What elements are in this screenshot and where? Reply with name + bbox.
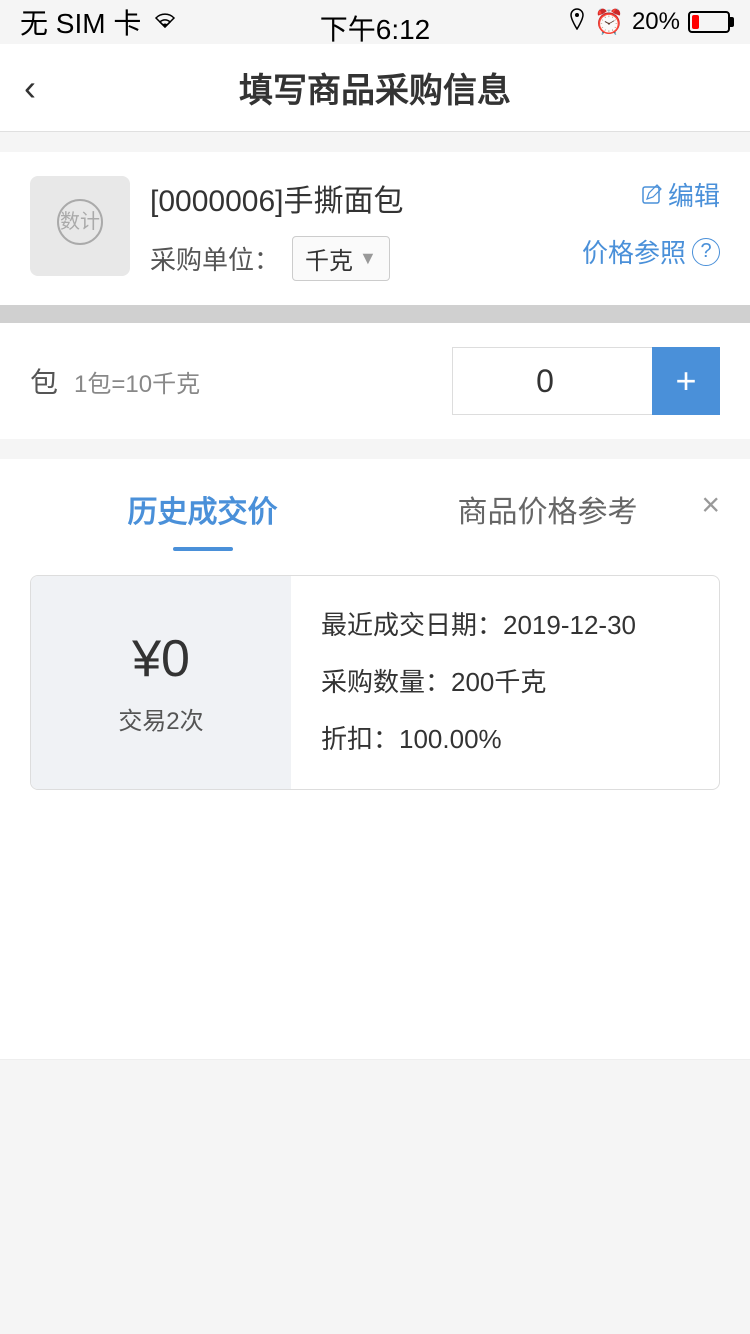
status-left: 无 SIM 卡 bbox=[20, 2, 179, 42]
content-area: 历史成交价 商品价格参考 × ¥0 交易2次 最近成交日期：2019-12-30… bbox=[0, 459, 750, 1059]
edit-label: 编辑 bbox=[668, 176, 720, 213]
product-logo-icon: 数计 bbox=[50, 192, 110, 261]
price-amount: 0 bbox=[161, 630, 190, 688]
price-date-row: 最近成交日期：2019-12-30 bbox=[321, 606, 689, 645]
price-card: ¥0 交易2次 最近成交日期：2019-12-30 采购数量：200千克 折扣：… bbox=[30, 575, 720, 790]
tab-history-price-label: 历史成交价 bbox=[128, 496, 278, 529]
page-title: 填写商品采购信息 bbox=[239, 63, 511, 112]
status-right: ⏰ 20% bbox=[568, 8, 730, 37]
price-ref-label: 价格参照 bbox=[582, 233, 686, 270]
svg-text:数计: 数计 bbox=[60, 210, 100, 233]
tab-product-price-ref[interactable]: 商品价格参考 bbox=[375, 459, 720, 551]
edit-button[interactable]: 编辑 bbox=[640, 176, 720, 213]
price-quantity-label: 采购数量： bbox=[321, 667, 451, 697]
status-time: 下午6:12 bbox=[320, 8, 431, 48]
close-panel-button[interactable]: × bbox=[701, 487, 720, 524]
price-discount-row: 折扣：100.00% bbox=[321, 720, 689, 759]
alarm-icon: ⏰ bbox=[594, 8, 624, 37]
unit-value: 千克 bbox=[305, 241, 353, 276]
product-thumbnail: 数计 bbox=[30, 176, 130, 276]
price-discount-value: 100.00% bbox=[399, 724, 502, 754]
product-unit-row: 采购单位： 千克 ▼ bbox=[150, 236, 403, 281]
quantity-input-area: + bbox=[452, 347, 720, 415]
price-currency: ¥ bbox=[132, 630, 161, 688]
unit-conversion: 1包=10千克 bbox=[74, 364, 200, 399]
quantity-input[interactable] bbox=[452, 347, 652, 415]
price-discount-label: 折扣： bbox=[321, 724, 399, 754]
wifi-icon bbox=[151, 6, 179, 38]
unit-icon: 包 bbox=[30, 361, 58, 401]
battery-icon bbox=[688, 11, 730, 33]
battery-percent: 20% bbox=[632, 8, 680, 36]
product-right-actions: 编辑 价格参照 ? bbox=[582, 176, 720, 270]
unit-label-group: 包 1包=10千克 bbox=[30, 361, 200, 401]
product-card: 数计 [0000006]手撕面包 采购单位： 千克 ▼ bbox=[0, 152, 750, 305]
price-left-panel: ¥0 交易2次 bbox=[31, 576, 291, 789]
unit-selector[interactable]: 千克 ▼ bbox=[292, 236, 390, 281]
price-right-panel: 最近成交日期：2019-12-30 采购数量：200千克 折扣：100.00% bbox=[291, 576, 719, 789]
price-ref-button[interactable]: 价格参照 ? bbox=[582, 233, 720, 270]
quantity-row: 包 1包=10千克 + bbox=[0, 323, 750, 439]
product-info: [0000006]手撕面包 采购单位： 千克 ▼ bbox=[150, 176, 403, 281]
tabs-container: 历史成交价 商品价格参考 × ¥0 交易2次 最近成交日期：2019-12-30… bbox=[0, 459, 750, 1060]
nav-bar: ‹ 填写商品采购信息 bbox=[0, 44, 750, 132]
gray-divider bbox=[0, 305, 750, 323]
price-date-label: 最近成交日期： bbox=[321, 610, 503, 640]
back-button[interactable]: ‹ bbox=[24, 67, 36, 109]
status-bar: 无 SIM 卡 下午6:12 ⏰ 20% bbox=[0, 0, 750, 44]
quantity-plus-button[interactable]: + bbox=[652, 347, 720, 415]
price-date-value: 2019-12-30 bbox=[503, 610, 636, 640]
price-trade-count: 交易2次 bbox=[118, 701, 203, 736]
price-value: ¥0 bbox=[132, 629, 190, 689]
tab-product-price-ref-label: 商品价格参考 bbox=[458, 496, 638, 529]
price-quantity-value: 200千克 bbox=[451, 667, 546, 697]
tabs-row: 历史成交价 商品价格参考 × bbox=[0, 459, 750, 551]
help-icon: ? bbox=[692, 238, 720, 266]
location-icon bbox=[568, 8, 586, 37]
carrier-text: 无 SIM 卡 bbox=[20, 2, 141, 42]
unit-label: 采购单位： bbox=[150, 240, 280, 277]
dropdown-arrow-icon: ▼ bbox=[359, 248, 377, 269]
tab-history-price[interactable]: 历史成交价 bbox=[30, 459, 375, 551]
product-name: [0000006]手撕面包 bbox=[150, 176, 403, 220]
price-quantity-row: 采购数量：200千克 bbox=[321, 663, 689, 702]
